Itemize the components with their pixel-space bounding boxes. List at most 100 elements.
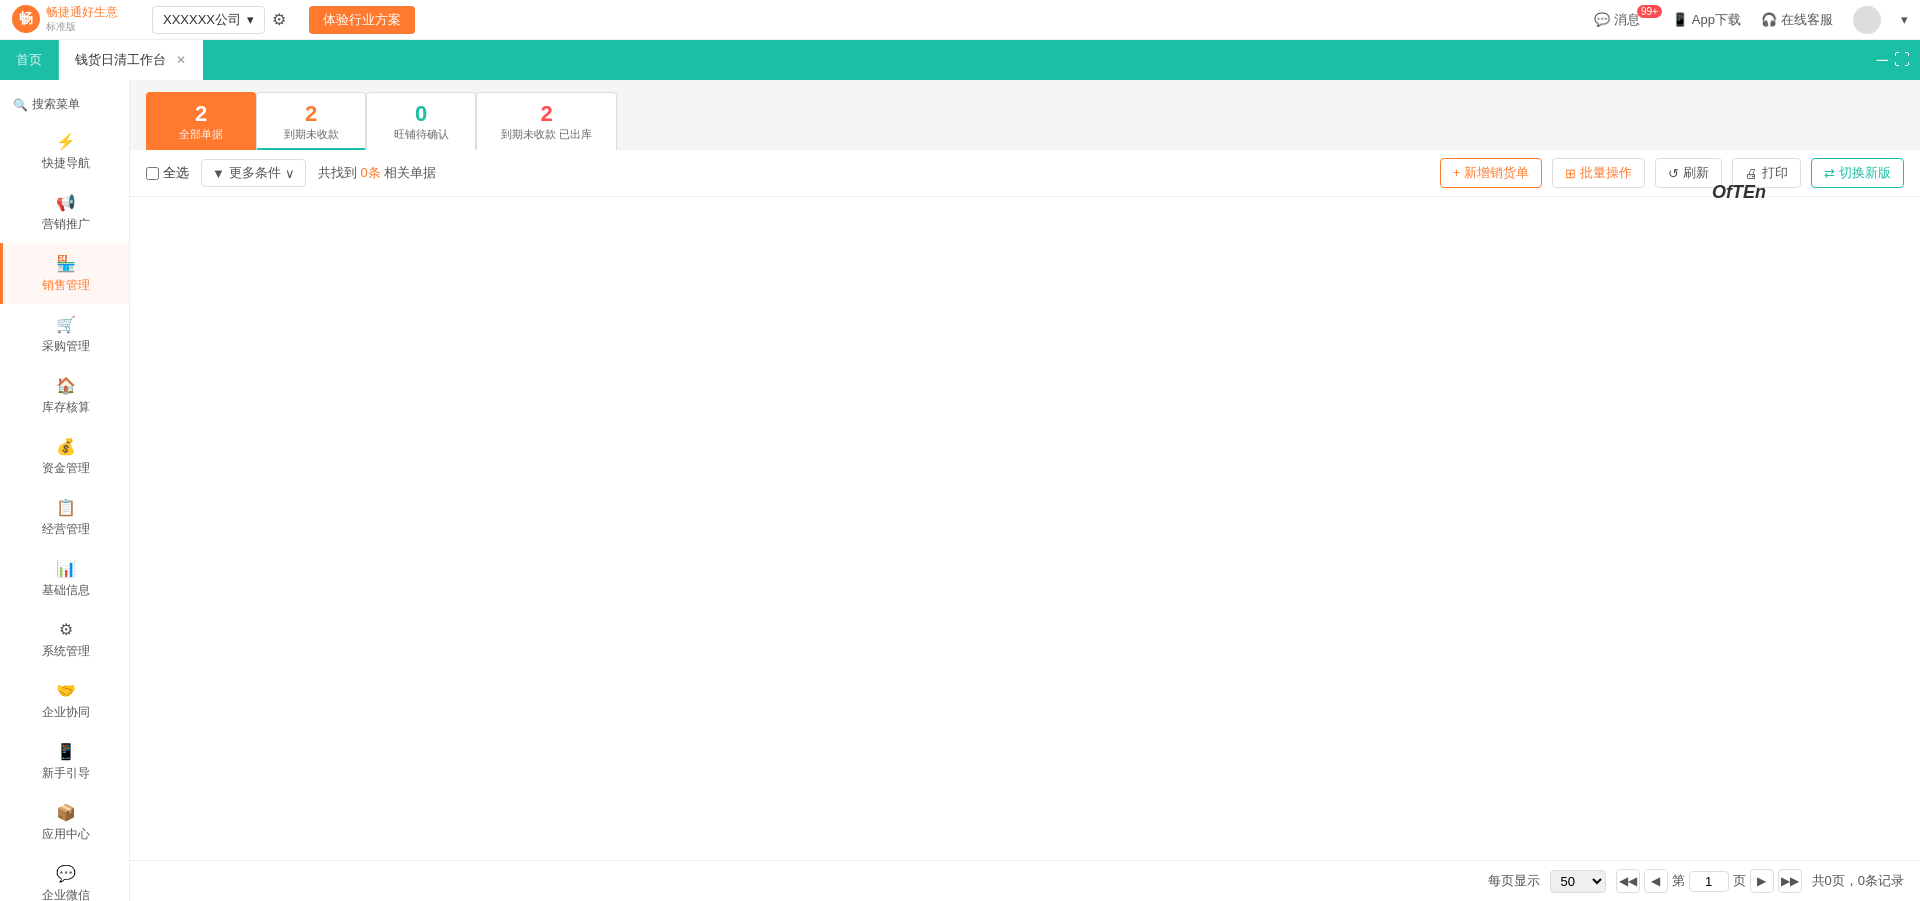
stat-tab-all[interactable]: 2 全部单据 xyxy=(146,92,256,150)
page-input[interactable] xyxy=(1689,871,1729,892)
company-selector[interactable]: XXXXXX公司 ▾ xyxy=(152,6,265,34)
page-label: 第 xyxy=(1672,872,1685,890)
message-btn[interactable]: 💬 消息 99+ xyxy=(1594,11,1652,29)
logo-sub: 标准版 xyxy=(46,20,118,34)
next-page-btn[interactable]: ▶ xyxy=(1750,869,1774,893)
online-service-label: 在线客服 xyxy=(1781,11,1833,29)
company-name: XXXXXX公司 xyxy=(163,11,241,29)
message-badge: 99+ xyxy=(1637,5,1662,18)
content-area: 2 全部单据 2 到期未收款 0 旺铺待确认 2 到期未收款 已出库 全选 xyxy=(130,80,1920,901)
download-icon: 📱 xyxy=(1672,12,1688,27)
search-icon: 🔍 xyxy=(13,98,28,112)
tab-close-icon[interactable]: ✕ xyxy=(176,53,186,67)
basic-info-icon: 📊 xyxy=(56,558,76,578)
sidebar-label: 企业协同 xyxy=(42,704,90,721)
maximize-icon[interactable]: ⛶ xyxy=(1894,51,1910,69)
collab-icon: 🤝 xyxy=(56,680,76,700)
logo-icon: 畅 xyxy=(12,5,40,33)
sidebar-item-kuaijiedaohang[interactable]: ⚡ 快捷导航 xyxy=(0,121,129,182)
app-center-icon: 📦 xyxy=(56,802,76,822)
top-bar-right: 💬 消息 99+ 📱 App下载 🎧 在线客服 ▾ xyxy=(1594,6,1908,34)
stat-tab-overdue-shipped[interactable]: 2 到期未收款 已出库 xyxy=(476,92,617,150)
stat-tab-wangpu[interactable]: 0 旺铺待确认 xyxy=(366,92,476,150)
sidebar-label: 快捷导航 xyxy=(42,155,90,172)
inventory-icon: 🏠 xyxy=(56,375,76,395)
online-service-btn[interactable]: 🎧 在线客服 xyxy=(1761,11,1833,29)
purchase-icon: 🛒 xyxy=(56,314,76,334)
all-checkbox-input[interactable] xyxy=(146,167,159,180)
page-size-label: 每页显示 xyxy=(1488,872,1540,890)
management-icon: 📋 xyxy=(56,497,76,517)
sidebar-label: 资金管理 xyxy=(42,460,90,477)
avatar[interactable] xyxy=(1853,6,1881,34)
nav-tabs: 首页 钱货日清工作台 ✕ ─ ⛶ xyxy=(0,40,1920,80)
sidebar-item-jichu[interactable]: 📊 基础信息 xyxy=(0,548,129,609)
sidebar-label: 经营管理 xyxy=(42,521,90,538)
select-all-checkbox[interactable]: 全选 xyxy=(146,164,189,182)
sidebar-label: 库存核算 xyxy=(42,399,90,416)
sidebar-label: 企业微信 xyxy=(42,887,90,901)
tab-workbench[interactable]: 钱货日清工作台 ✕ xyxy=(59,40,203,80)
settings-icon-btn[interactable]: ⚙ xyxy=(265,6,293,34)
often-label: OfTEn xyxy=(1712,182,1766,203)
sidebar-item-yingxiao[interactable]: 📢 营销推广 xyxy=(0,182,129,243)
guide-icon: 📱 xyxy=(56,741,76,761)
prev-page-btn[interactable]: ◀ xyxy=(1644,869,1668,893)
sidebar-item-kucun[interactable]: 🏠 库存核算 xyxy=(0,365,129,426)
experience-button[interactable]: 体验行业方案 xyxy=(309,6,415,34)
quick-nav-icon: ⚡ xyxy=(56,131,76,151)
sidebar-item-zijin[interactable]: 💰 资金管理 xyxy=(0,426,129,487)
filter-label: 更多条件 xyxy=(229,164,281,182)
sidebar-item-jingying[interactable]: 📋 经营管理 xyxy=(0,487,129,548)
sidebar-item-yingyong[interactable]: 📦 应用中心 xyxy=(0,792,129,853)
first-page-btn[interactable]: ◀◀ xyxy=(1616,869,1640,893)
stat-tab-overdue[interactable]: 2 到期未收款 xyxy=(256,92,366,150)
system-icon: ⚙ xyxy=(56,619,76,639)
add-sales-btn[interactable]: + 新增销货单 xyxy=(1440,158,1542,188)
app-download-btn[interactable]: 📱 App下载 xyxy=(1672,11,1741,29)
sidebar-item-xitong[interactable]: ⚙ 系统管理 xyxy=(0,609,129,670)
switch-new-btn[interactable]: ⇄ 切换新版 xyxy=(1811,158,1904,188)
sidebar-label: 系统管理 xyxy=(42,643,90,660)
batch-btn[interactable]: ⊞ 批量操作 xyxy=(1552,158,1645,188)
stat-label-overdue: 到期未收款 xyxy=(284,127,339,142)
toolbar: 全选 ▼ 更多条件 ∨ 共找到 0条 相关单据 + 新增销货单 ⊞ 批量操作 ↺ xyxy=(130,150,1920,197)
stats-tabs: 2 全部单据 2 到期未收款 0 旺铺待确认 2 到期未收款 已出库 xyxy=(130,80,1920,150)
sidebar-item-xinshouyindao[interactable]: 📱 新手引导 xyxy=(0,731,129,792)
sidebar-item-qiyexietong[interactable]: 🤝 企业协同 xyxy=(0,670,129,731)
sidebar-item-caigou[interactable]: 🛒 采购管理 xyxy=(0,304,129,365)
sidebar-search[interactable]: 🔍 搜索菜单 xyxy=(0,88,129,121)
tab-home-label: 首页 xyxy=(16,51,42,69)
table-area xyxy=(130,197,1920,860)
page-suffix: 页 xyxy=(1733,872,1746,890)
page-size-select[interactable]: 50 100 200 xyxy=(1550,870,1606,893)
sidebar: 🔍 搜索菜单 ⚡ 快捷导航 📢 营销推广 🏪 销售管理 🛒 采购管理 🏠 库存核… xyxy=(0,80,130,901)
sidebar-label: 新手引导 xyxy=(42,765,90,782)
nav-tab-expand: ─ ⛶ xyxy=(1867,40,1920,80)
gear-icon: ⚙ xyxy=(272,10,286,29)
last-page-btn[interactable]: ▶▶ xyxy=(1778,869,1802,893)
stat-label-all: 全部单据 xyxy=(179,127,223,142)
tab-home[interactable]: 首页 xyxy=(0,40,59,80)
service-icon: 🎧 xyxy=(1761,12,1777,27)
minimize-icon[interactable]: ─ xyxy=(1877,51,1888,69)
print-icon: 🖨 xyxy=(1745,166,1758,181)
filter-btn[interactable]: ▼ 更多条件 ∨ xyxy=(201,159,306,187)
sidebar-label: 应用中心 xyxy=(42,826,90,843)
footer: 每页显示 50 100 200 ◀◀ ◀ 第 页 ▶ ▶▶ 共0页，0条记录 xyxy=(130,860,1920,901)
chevron-icon: ∨ xyxy=(285,166,295,181)
found-suffix: 相关单据 xyxy=(384,165,436,180)
switch-icon: ⇄ xyxy=(1824,166,1835,181)
user-name[interactable]: ▾ xyxy=(1901,12,1908,27)
finance-icon: 💰 xyxy=(56,436,76,456)
marketing-icon: 📢 xyxy=(56,192,76,212)
wechat-icon: 💬 xyxy=(56,863,76,883)
refresh-icon: ↺ xyxy=(1668,166,1679,181)
stat-num-wangpu: 0 xyxy=(415,101,427,127)
found-text: 共找到 0条 相关单据 xyxy=(318,164,436,182)
sidebar-item-xiaoshou[interactable]: 🏪 销售管理 xyxy=(0,243,129,304)
sidebar-item-qiyeweixin[interactable]: 💬 企业微信 xyxy=(0,853,129,901)
toolbar-right: + 新增销货单 ⊞ 批量操作 ↺ 刷新 🖨 打印 ⇄ 切换新版 xyxy=(1440,158,1904,188)
sidebar-label: 销售管理 xyxy=(42,277,90,294)
filter-icon: ▼ xyxy=(212,166,225,181)
